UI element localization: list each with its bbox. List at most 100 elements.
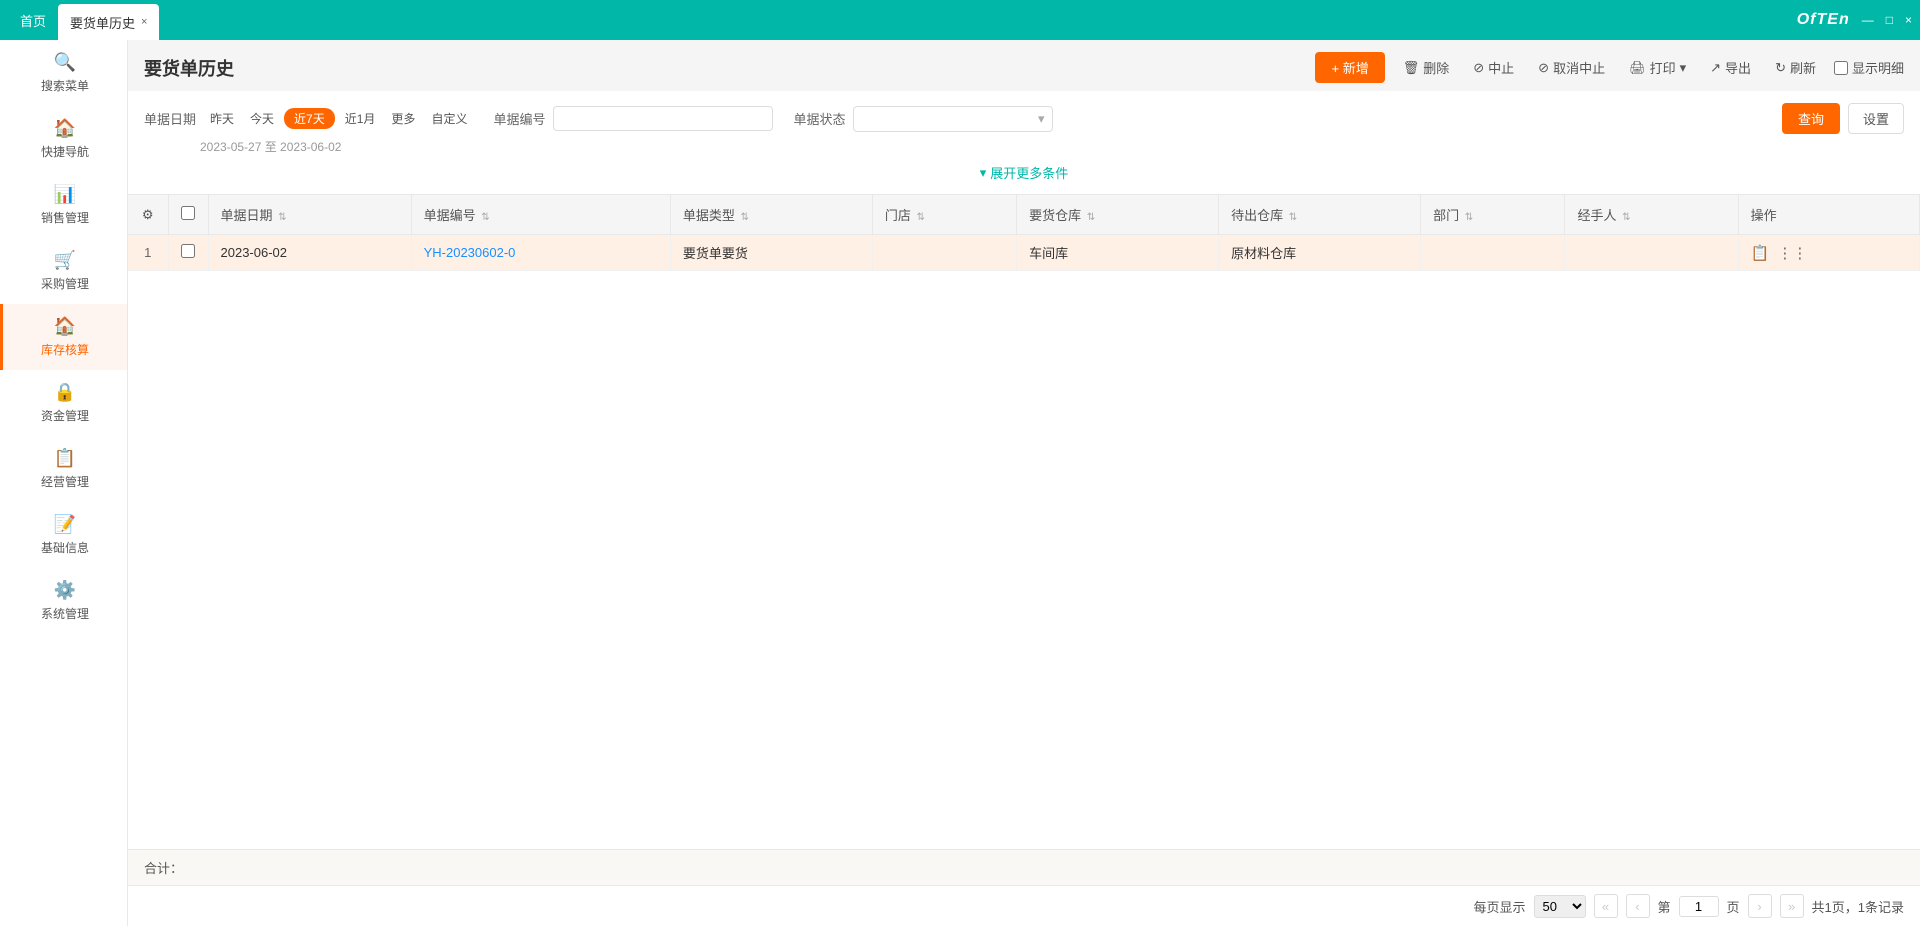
display-cell-checkbox[interactable] bbox=[1834, 61, 1848, 75]
sidebar-item-system-mgmt-label: 系统管理 bbox=[41, 605, 89, 622]
content-area: 要货单历史 + 新增 🗑 删除 ⊘ 中止 ⊘ 取消中止 🖨 打印 bbox=[128, 40, 1920, 926]
col-pending-warehouse[interactable]: 待出仓库 ⇅ bbox=[1219, 195, 1421, 235]
search-menu-icon: 🔍 bbox=[54, 52, 76, 73]
status-dropdown-icon[interactable]: ▾ bbox=[1038, 111, 1045, 127]
print-button[interactable]: 🖨 打印 ▾ bbox=[1623, 54, 1692, 81]
sidebar: 🔍 搜索菜单 🏠 快捷导航 📊 销售管理 🛒 采购管理 🏠 库存核算 🔒 资金管… bbox=[0, 40, 128, 926]
export-button[interactable]: ↗ 导出 bbox=[1704, 54, 1757, 81]
sidebar-item-basic-info-label: 基础信息 bbox=[41, 539, 89, 556]
sidebar-item-search-menu-label: 搜索菜单 bbox=[41, 77, 89, 94]
sidebar-item-quick-nav[interactable]: 🏠 快捷导航 bbox=[0, 106, 127, 172]
stop-label: 中止 bbox=[1488, 58, 1514, 77]
minimize-btn[interactable]: — bbox=[1862, 13, 1874, 27]
sales-mgmt-icon: 📊 bbox=[54, 184, 76, 205]
pagination-bar: 每页显示 10 20 50 100 « ‹ 第 页 › » 共1页，1条记录 bbox=[128, 885, 1920, 926]
sidebar-item-purchase-mgmt[interactable]: 🛒 采购管理 bbox=[0, 238, 127, 304]
select-all-checkbox[interactable] bbox=[181, 206, 195, 220]
col-req-warehouse[interactable]: 要货仓库 ⇅ bbox=[1017, 195, 1219, 235]
col-store[interactable]: 门店 ⇅ bbox=[872, 195, 1016, 235]
display-cell-button[interactable]: 显示明细 bbox=[1834, 58, 1904, 77]
col-checkbox[interactable] bbox=[168, 195, 208, 235]
cancel-stop-button[interactable]: ⊘ 取消中止 bbox=[1532, 54, 1611, 81]
date-shortcut-more[interactable]: 更多 bbox=[385, 108, 421, 129]
cell-pending-warehouse-0: 原材料仓库 bbox=[1219, 235, 1421, 271]
cancel-stop-icon: ⊘ bbox=[1538, 60, 1549, 76]
row-checkbox-0[interactable] bbox=[181, 244, 195, 258]
sidebar-item-operations-mgmt-label: 经营管理 bbox=[41, 473, 89, 490]
sidebar-item-finance-mgmt[interactable]: 🔒 资金管理 bbox=[0, 370, 127, 436]
page-label: 第 bbox=[1658, 897, 1671, 916]
date-shortcut-7days[interactable]: 近7天 bbox=[284, 108, 335, 129]
cell-department-0 bbox=[1421, 235, 1565, 271]
top-bar-right: OfTEn — □ × bbox=[1797, 11, 1912, 29]
date-shortcut-custom[interactable]: 自定义 bbox=[425, 108, 473, 129]
sidebar-item-basic-info[interactable]: 📝 基础信息 bbox=[0, 502, 127, 568]
display-cell-label: 显示明细 bbox=[1852, 58, 1904, 77]
sidebar-item-inventory-label: 库存核算 bbox=[41, 341, 89, 358]
department-sort-icon: ⇅ bbox=[1465, 212, 1473, 223]
order-no-link-0[interactable]: YH-20230602-0 bbox=[424, 245, 516, 260]
print-label: 打印 bbox=[1650, 58, 1676, 77]
sidebar-item-operations-mgmt[interactable]: 📋 经营管理 bbox=[0, 436, 127, 502]
query-button[interactable]: 查询 bbox=[1782, 103, 1840, 134]
cell-seq-0: 1 bbox=[128, 235, 168, 271]
next-page-btn[interactable]: › bbox=[1748, 894, 1772, 918]
sidebar-item-inventory[interactable]: 🏠 库存核算 bbox=[0, 304, 127, 370]
delete-label: 删除 bbox=[1423, 58, 1449, 77]
table-footer: 合计： bbox=[128, 849, 1920, 885]
expand-more-btn[interactable]: ▾ 展开更多条件 bbox=[144, 163, 1904, 182]
delete-button[interactable]: 🗑 删除 bbox=[1397, 54, 1456, 81]
refresh-label: 刷新 bbox=[1790, 58, 1816, 77]
stop-button[interactable]: ⊘ 中止 bbox=[1467, 54, 1520, 81]
col-actions: 操作 bbox=[1738, 195, 1919, 235]
refresh-icon: ↻ bbox=[1775, 60, 1786, 76]
last-page-btn[interactable]: » bbox=[1780, 894, 1804, 918]
date-range-text: 2023-05-27 至 2023-06-02 bbox=[200, 140, 341, 154]
cell-checkbox-0[interactable] bbox=[168, 235, 208, 271]
date-shortcut-yesterday[interactable]: 昨天 bbox=[204, 108, 240, 129]
order-no-sort-icon: ⇅ bbox=[481, 212, 489, 223]
tab-requisition-history[interactable]: 要货单历史 × bbox=[58, 4, 159, 40]
date-shortcut-1month[interactable]: 近1月 bbox=[339, 108, 382, 129]
date-shortcut-today[interactable]: 今天 bbox=[244, 108, 280, 129]
settings-button[interactable]: 设置 bbox=[1848, 103, 1904, 134]
page-size-select[interactable]: 10 20 50 100 bbox=[1534, 895, 1586, 918]
sidebar-item-purchase-mgmt-label: 采购管理 bbox=[41, 275, 89, 292]
tab-home[interactable]: 首页 bbox=[8, 5, 58, 35]
prev-page-btn[interactable]: ‹ bbox=[1626, 894, 1650, 918]
cell-actions-0: 📋 ⋮⋮ bbox=[1738, 235, 1919, 271]
maximize-btn[interactable]: □ bbox=[1886, 13, 1893, 27]
col-date[interactable]: 单据日期 ⇅ bbox=[208, 195, 411, 235]
sidebar-item-sales-mgmt[interactable]: 📊 销售管理 bbox=[0, 172, 127, 238]
tab-requisition-history-label: 要货单历史 bbox=[70, 13, 135, 32]
tab-close-icon[interactable]: × bbox=[141, 16, 147, 28]
expand-more-icon: ▾ bbox=[980, 165, 987, 181]
col-order-no[interactable]: 单据编号 ⇅ bbox=[411, 195, 670, 235]
edit-icon-0[interactable]: 📋 bbox=[1751, 244, 1770, 262]
more-icon-0[interactable]: ⋮⋮ bbox=[1777, 244, 1807, 262]
filter-buttons: 查询 设置 bbox=[1782, 103, 1904, 134]
cell-store-0 bbox=[872, 235, 1016, 271]
col-order-type[interactable]: 单据类型 ⇅ bbox=[670, 195, 872, 235]
delete-icon: 🗑 bbox=[1403, 60, 1420, 76]
table-area: ⚙ 单据日期 ⇅ 单据编号 ⇅ 单据类型 ⇅ 门店 ⇅ 要货仓库 ⇅ 待出仓库 … bbox=[128, 195, 1920, 849]
col-settings[interactable]: ⚙ bbox=[128, 195, 168, 235]
date-filter-label: 单据日期 bbox=[144, 109, 196, 128]
refresh-button[interactable]: ↻ 刷新 bbox=[1769, 54, 1822, 81]
page-input[interactable] bbox=[1679, 896, 1719, 917]
new-button[interactable]: + 新增 bbox=[1315, 52, 1384, 83]
store-sort-icon: ⇅ bbox=[916, 212, 924, 223]
col-department[interactable]: 部门 ⇅ bbox=[1421, 195, 1565, 235]
inventory-icon: 🏠 bbox=[54, 316, 76, 337]
sidebar-item-system-mgmt[interactable]: ⚙️ 系统管理 bbox=[0, 568, 127, 634]
sidebar-item-search-menu[interactable]: 🔍 搜索菜单 bbox=[0, 40, 127, 106]
first-page-btn[interactable]: « bbox=[1594, 894, 1618, 918]
purchase-mgmt-icon: 🛒 bbox=[54, 250, 76, 271]
status-input[interactable] bbox=[862, 111, 1037, 126]
page-unit: 页 bbox=[1727, 897, 1740, 916]
order-no-input[interactable] bbox=[553, 106, 773, 131]
col-handler[interactable]: 经手人 ⇅ bbox=[1565, 195, 1738, 235]
pending-warehouse-sort-icon: ⇅ bbox=[1289, 212, 1297, 223]
close-btn[interactable]: × bbox=[1905, 13, 1912, 27]
page-header: 要货单历史 + 新增 🗑 删除 ⊘ 中止 ⊘ 取消中止 🖨 打印 bbox=[128, 40, 1920, 91]
